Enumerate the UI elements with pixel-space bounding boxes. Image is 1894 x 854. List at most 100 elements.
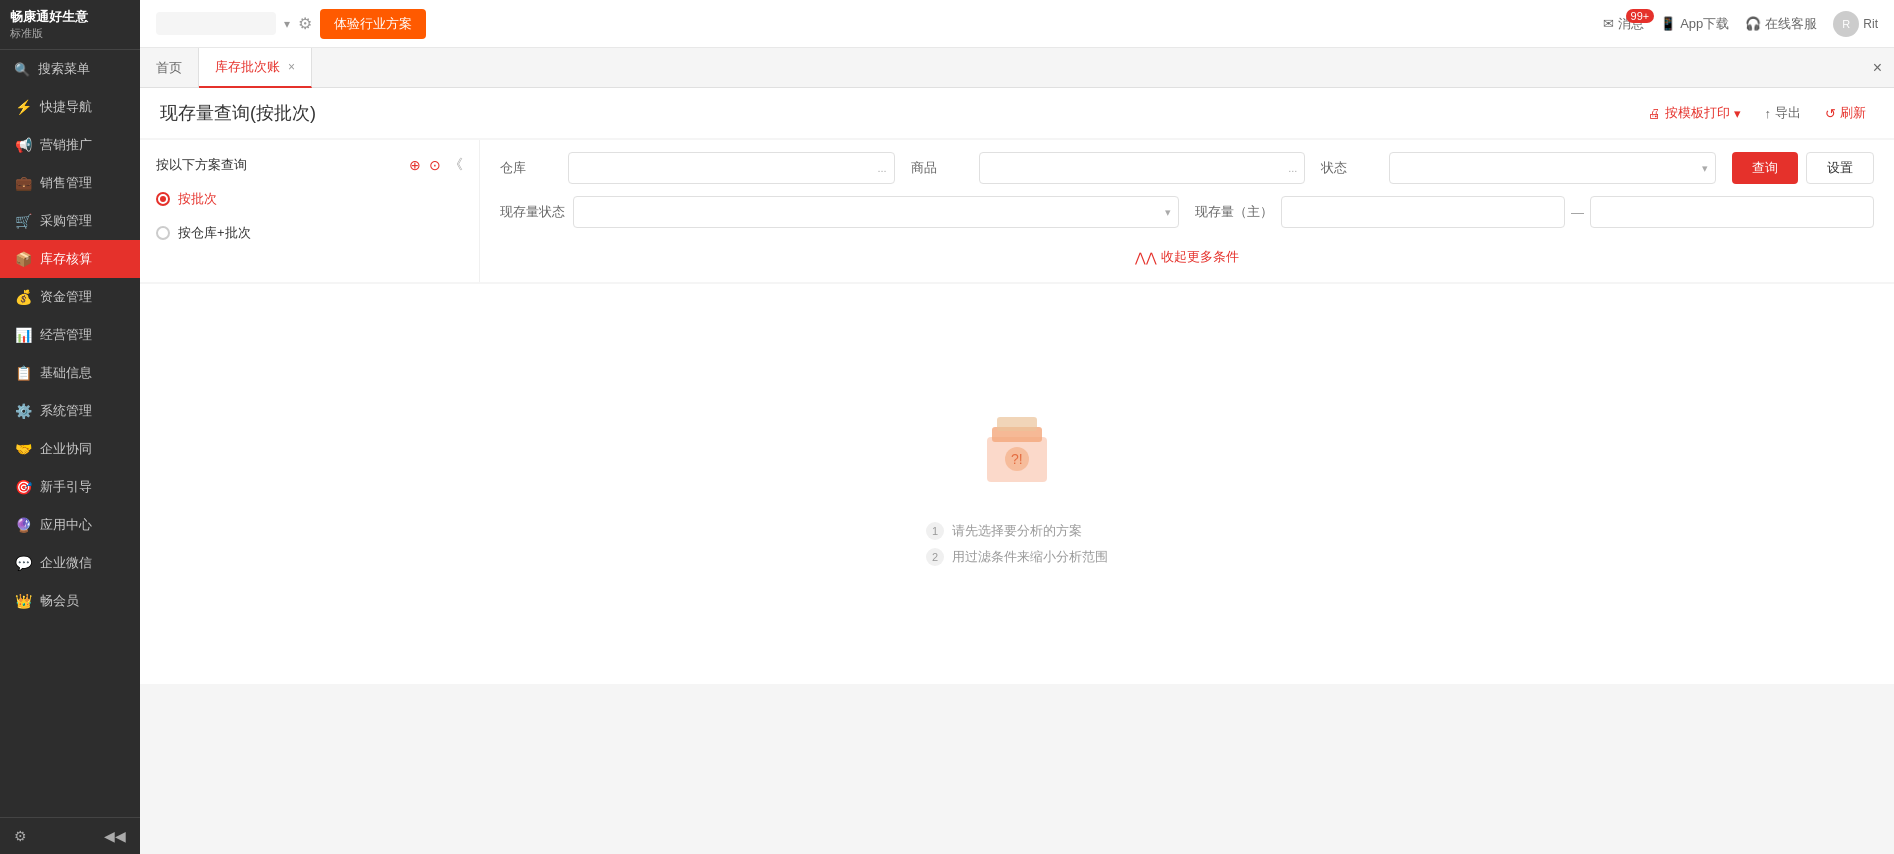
collapse-filter-icon[interactable]: 《 (449, 156, 463, 174)
search-menu-label: 搜索菜单 (38, 60, 90, 78)
wechat-icon: 💬 (14, 554, 32, 572)
online-service-badge[interactable]: 🎧 在线客服 (1745, 15, 1817, 33)
scheme-radio-by-warehouse-batch (156, 226, 170, 240)
filter-field-warehouse: 仓库 ... (500, 152, 895, 184)
tab-home[interactable]: 首页 (140, 48, 199, 88)
app-subtitle: 标准版 (10, 26, 130, 41)
user-name: Rit (1863, 17, 1878, 31)
sidebar-item-basics[interactable]: 📋 基础信息 (0, 354, 140, 392)
scheme-label-by-batch: 按批次 (178, 190, 217, 208)
sidebar-label-wechat: 企业微信 (40, 554, 92, 572)
settings-icon[interactable]: ⚙ (14, 828, 27, 844)
sidebar-item-system[interactable]: ⚙️ 系统管理 (0, 392, 140, 430)
inventory-status-select[interactable] (573, 196, 1179, 228)
tip-num-1: 1 (926, 522, 944, 540)
sidebar-header: 畅康通好生意 标准版 (0, 0, 140, 50)
sidebar-label-quick-nav: 快捷导航 (40, 98, 92, 116)
product-more-icon[interactable]: ... (1288, 162, 1297, 174)
topbar-right: ✉ 消息 99+ 📱 App下载 🎧 在线客服 R Rit (1603, 11, 1878, 37)
scheme-by-batch[interactable]: 按批次 (140, 182, 479, 216)
tip-num-2: 2 (926, 548, 944, 566)
topbar-search-box[interactable] (156, 12, 276, 35)
tab-inventory-batch[interactable]: 库存批次账 × (199, 48, 312, 88)
user-profile[interactable]: R Rit (1833, 11, 1878, 37)
sidebar-item-marketing[interactable]: 📢 营销推广 (0, 126, 140, 164)
topbar-chevron-icon[interactable]: ▾ (284, 17, 290, 31)
print-dropdown-icon[interactable]: ▾ (1734, 106, 1741, 121)
refresh-btn[interactable]: ↺ 刷新 (1817, 100, 1874, 126)
purchase-icon: 🛒 (14, 212, 32, 230)
query-button[interactable]: 查询 (1732, 152, 1798, 184)
print-btn[interactable]: 🖨 按模板打印 ▾ (1640, 100, 1749, 126)
warehouse-input-wrapper: ... (568, 152, 895, 184)
sales-icon: 💼 (14, 174, 32, 192)
empty-icon: ?! (967, 402, 1067, 502)
topbar-search-input[interactable] (166, 16, 246, 31)
product-input-wrapper: ... (979, 152, 1306, 184)
collapse-up-icon: ⋀⋀ (1135, 250, 1157, 265)
warehouse-more-icon[interactable]: ... (878, 162, 887, 174)
sidebar-item-wechat[interactable]: 💬 企业微信 (0, 544, 140, 582)
sidebar: 畅康通好生意 标准版 🔍 搜索菜单 ⚡ 快捷导航 📢 营销推广 💼 销售管理 🛒… (0, 0, 140, 854)
topbar-left: ▾ ⚙ 体验行业方案 (156, 9, 1591, 39)
sidebar-item-finance[interactable]: 💰 资金管理 (0, 278, 140, 316)
product-label: 商品 (911, 159, 971, 177)
filter-field-product: 商品 ... (911, 152, 1306, 184)
add-filter-icon[interactable]: ⊕ (409, 157, 421, 173)
scheme-radio-by-batch (156, 192, 170, 206)
sidebar-label-enterprise: 企业协同 (40, 440, 92, 458)
product-input[interactable] (979, 152, 1306, 184)
status-select[interactable] (1389, 152, 1716, 184)
messages-badge[interactable]: ✉ 消息 99+ (1603, 15, 1644, 33)
filter-sidebar-icons: ⊕ ⊙ 《 (409, 156, 463, 174)
sidebar-scroll: 🔍 搜索菜单 ⚡ 快捷导航 📢 营销推广 💼 销售管理 🛒 采购管理 📦 库存核… (0, 50, 140, 817)
inventory-qty-label: 现存量（主） (1195, 203, 1273, 221)
sidebar-item-quick-nav[interactable]: ⚡ 快捷导航 (0, 88, 140, 126)
operations-icon: 📊 (14, 326, 32, 344)
app-download-badge[interactable]: 📱 App下载 (1660, 15, 1729, 33)
sidebar-item-newbie[interactable]: 🎯 新手引导 (0, 468, 140, 506)
sidebar-label-app-center: 应用中心 (40, 516, 92, 534)
avatar-initials: R (1842, 18, 1850, 30)
page-title: 现存量查询(按批次) (160, 101, 316, 125)
inventory-icon: 📦 (14, 250, 32, 268)
settings-filter-icon[interactable]: ⊙ (429, 157, 441, 173)
app-title: 畅康通好生意 (10, 8, 130, 26)
app-download-label: App下载 (1680, 15, 1729, 33)
inventory-qty-max-input[interactable] (1590, 196, 1874, 228)
messages-count: 99+ (1626, 9, 1655, 23)
page-content: 现存量查询(按批次) 🖨 按模板打印 ▾ ↑ 导出 ↺ 刷新 (140, 88, 1894, 854)
inventory-qty-min-input[interactable] (1281, 196, 1565, 228)
quick-nav-icon: ⚡ (14, 98, 32, 116)
sidebar-footer: ⚙ ◀◀ (0, 817, 140, 854)
warehouse-input[interactable] (568, 152, 895, 184)
sidebar-item-member[interactable]: 👑 畅会员 (0, 582, 140, 620)
sidebar-item-inventory[interactable]: 📦 库存核算 (0, 240, 140, 278)
marketing-icon: 📢 (14, 136, 32, 154)
scheme-label-by-warehouse-batch: 按仓库+批次 (178, 224, 251, 242)
avatar: R (1833, 11, 1859, 37)
export-btn[interactable]: ↑ 导出 (1757, 100, 1810, 126)
sidebar-item-sales[interactable]: 💼 销售管理 (0, 164, 140, 202)
scheme-by-warehouse-batch[interactable]: 按仓库+批次 (140, 216, 479, 250)
sidebar-item-enterprise[interactable]: 🤝 企业协同 (0, 430, 140, 468)
sidebar-item-operations[interactable]: 📊 经营管理 (0, 316, 140, 354)
tab-close-icon[interactable]: × (288, 60, 295, 74)
tip-text-1: 请先选择要分析的方案 (952, 522, 1082, 540)
sidebar-label-sales: 销售管理 (40, 174, 92, 192)
page-header: 现存量查询(按批次) 🖨 按模板打印 ▾ ↑ 导出 ↺ 刷新 (140, 88, 1894, 138)
collapse-more-conditions[interactable]: ⋀⋀ 收起更多条件 (500, 240, 1874, 270)
experience-btn[interactable]: 体验行业方案 (320, 9, 426, 39)
sidebar-item-app-center[interactable]: 🔮 应用中心 (0, 506, 140, 544)
topbar-gear-icon[interactable]: ⚙ (298, 14, 312, 33)
online-service-label: 在线客服 (1765, 15, 1817, 33)
tab-panel-close-icon[interactable]: × (1861, 59, 1894, 77)
topbar: ▾ ⚙ 体验行业方案 ✉ 消息 99+ 📱 App下载 🎧 在线客服 R (140, 0, 1894, 48)
collapse-sidebar-icon[interactable]: ◀◀ (104, 828, 126, 844)
svg-rect-2 (997, 417, 1037, 431)
sidebar-item-purchase[interactable]: 🛒 采购管理 (0, 202, 140, 240)
sidebar-search-menu[interactable]: 🔍 搜索菜单 (0, 50, 140, 88)
refresh-icon: ↺ (1825, 106, 1836, 121)
filter-field-inventory-status: 现存量状态 ▾ (500, 196, 1179, 228)
settings-button[interactable]: 设置 (1806, 152, 1874, 184)
